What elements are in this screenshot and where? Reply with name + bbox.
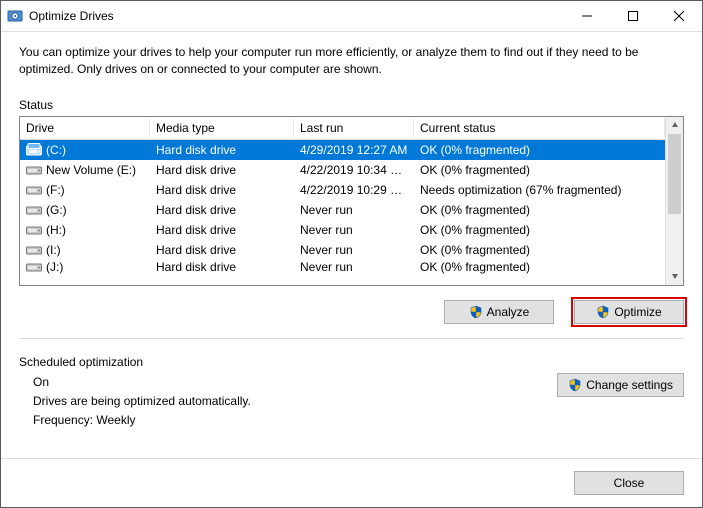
cell-status: OK (0% fragmented)	[414, 223, 665, 237]
cell-status: Needs optimization (67% fragmented)	[414, 183, 665, 197]
minimize-button[interactable]	[564, 1, 610, 31]
scheduled-label: Scheduled optimization	[19, 355, 684, 369]
cell-lastrun: 4/29/2019 12:27 AM	[294, 143, 414, 157]
titlebar: Optimize Drives	[1, 1, 702, 32]
footer: Close	[1, 458, 702, 507]
cell-lastrun: Never run	[294, 203, 414, 217]
drive-name: New Volume (E:)	[46, 163, 136, 177]
cell-media: Hard disk drive	[150, 243, 294, 257]
col-drive[interactable]: Drive	[20, 119, 150, 137]
scheduled-desc: Drives are being optimized automatically…	[33, 392, 557, 411]
drive-name: (C:)	[46, 143, 66, 157]
cell-status: OK (0% fragmented)	[414, 260, 665, 274]
drive-name: (J:)	[46, 260, 63, 274]
cell-lastrun: 4/22/2019 10:34 PM	[294, 163, 414, 177]
drive-name: (F:)	[46, 183, 65, 197]
window-controls	[564, 1, 702, 31]
scheduled-block: On Drives are being optimized automatica…	[19, 373, 684, 431]
hdd-icon	[26, 164, 42, 176]
cell-status: OK (0% fragmented)	[414, 163, 665, 177]
cell-lastrun: Never run	[294, 223, 414, 237]
optimize-button[interactable]: Optimize	[574, 300, 684, 324]
close-dialog-label: Close	[614, 476, 645, 490]
scheduled-state: On	[33, 373, 557, 392]
change-settings-button[interactable]: Change settings	[557, 373, 684, 397]
cell-media: Hard disk drive	[150, 203, 294, 217]
shield-icon	[596, 305, 610, 319]
cell-media: Hard disk drive	[150, 143, 294, 157]
cell-media: Hard disk drive	[150, 260, 294, 274]
cell-lastrun: Never run	[294, 260, 414, 274]
maximize-button[interactable]	[610, 1, 656, 31]
col-status[interactable]: Current status	[414, 119, 665, 137]
hdd-icon	[26, 224, 42, 236]
col-media[interactable]: Media type	[150, 119, 294, 137]
shield-icon	[568, 378, 582, 392]
cell-media: Hard disk drive	[150, 163, 294, 177]
action-buttons: Analyze Optimize	[19, 300, 684, 324]
change-settings-label: Change settings	[586, 378, 673, 392]
analyze-button[interactable]: Analyze	[444, 300, 554, 324]
drives-list: Drive Media type Last run Current status…	[19, 116, 684, 286]
close-button[interactable]	[656, 1, 702, 31]
cell-media: Hard disk drive	[150, 223, 294, 237]
table-row[interactable]: (H:) Hard disk driveNever runOK (0% fragm…	[20, 220, 665, 240]
scroll-down-icon[interactable]	[666, 268, 683, 285]
analyze-button-label: Analyze	[487, 305, 530, 319]
drive-name: (G:)	[46, 203, 67, 217]
window-title: Optimize Drives	[29, 9, 564, 23]
hdd-icon	[26, 204, 42, 216]
app-icon	[7, 8, 23, 24]
status-label: Status	[19, 98, 684, 112]
scroll-up-icon[interactable]	[666, 117, 683, 134]
hdd-icon	[26, 244, 42, 256]
hdd-icon	[26, 261, 42, 273]
table-row[interactable]: (J:) Hard disk driveNever runOK (0% fragm…	[20, 260, 665, 274]
cell-lastrun: Never run	[294, 243, 414, 257]
scheduled-freq: Frequency: Weekly	[33, 411, 557, 430]
cell-status: OK (0% fragmented)	[414, 243, 665, 257]
hdd-icon	[26, 184, 42, 196]
table-row[interactable]: (F:) Hard disk drive4/22/2019 10:29 PMNee…	[20, 180, 665, 200]
optimize-button-label: Optimize	[614, 305, 661, 319]
table-row[interactable]: (C:) Hard disk drive4/29/2019 12:27 AMOK …	[20, 140, 665, 160]
scrollbar[interactable]	[665, 117, 683, 285]
table-row[interactable]: (I:) Hard disk driveNever runOK (0% fragm…	[20, 240, 665, 260]
optimize-drives-window: Optimize Drives You can optimize your dr…	[0, 0, 703, 508]
drive-name: (I:)	[46, 243, 61, 257]
cell-lastrun: 4/22/2019 10:29 PM	[294, 183, 414, 197]
client-area: You can optimize your drives to help you…	[1, 32, 702, 458]
scroll-thumb[interactable]	[668, 134, 681, 214]
divider	[19, 338, 684, 339]
shield-icon	[469, 305, 483, 319]
cell-media: Hard disk drive	[150, 183, 294, 197]
table-row[interactable]: (G:) Hard disk driveNever runOK (0% fragm…	[20, 200, 665, 220]
col-lastrun[interactable]: Last run	[294, 119, 414, 137]
drive-name: (H:)	[46, 223, 66, 237]
intro-text: You can optimize your drives to help you…	[19, 44, 684, 78]
cell-status: OK (0% fragmented)	[414, 143, 665, 157]
close-dialog-button[interactable]: Close	[574, 471, 684, 495]
table-row[interactable]: New Volume (E:) Hard disk drive4/22/2019 …	[20, 160, 665, 180]
cell-status: OK (0% fragmented)	[414, 203, 665, 217]
list-header: Drive Media type Last run Current status	[20, 117, 665, 140]
system-drive-icon	[26, 143, 42, 157]
